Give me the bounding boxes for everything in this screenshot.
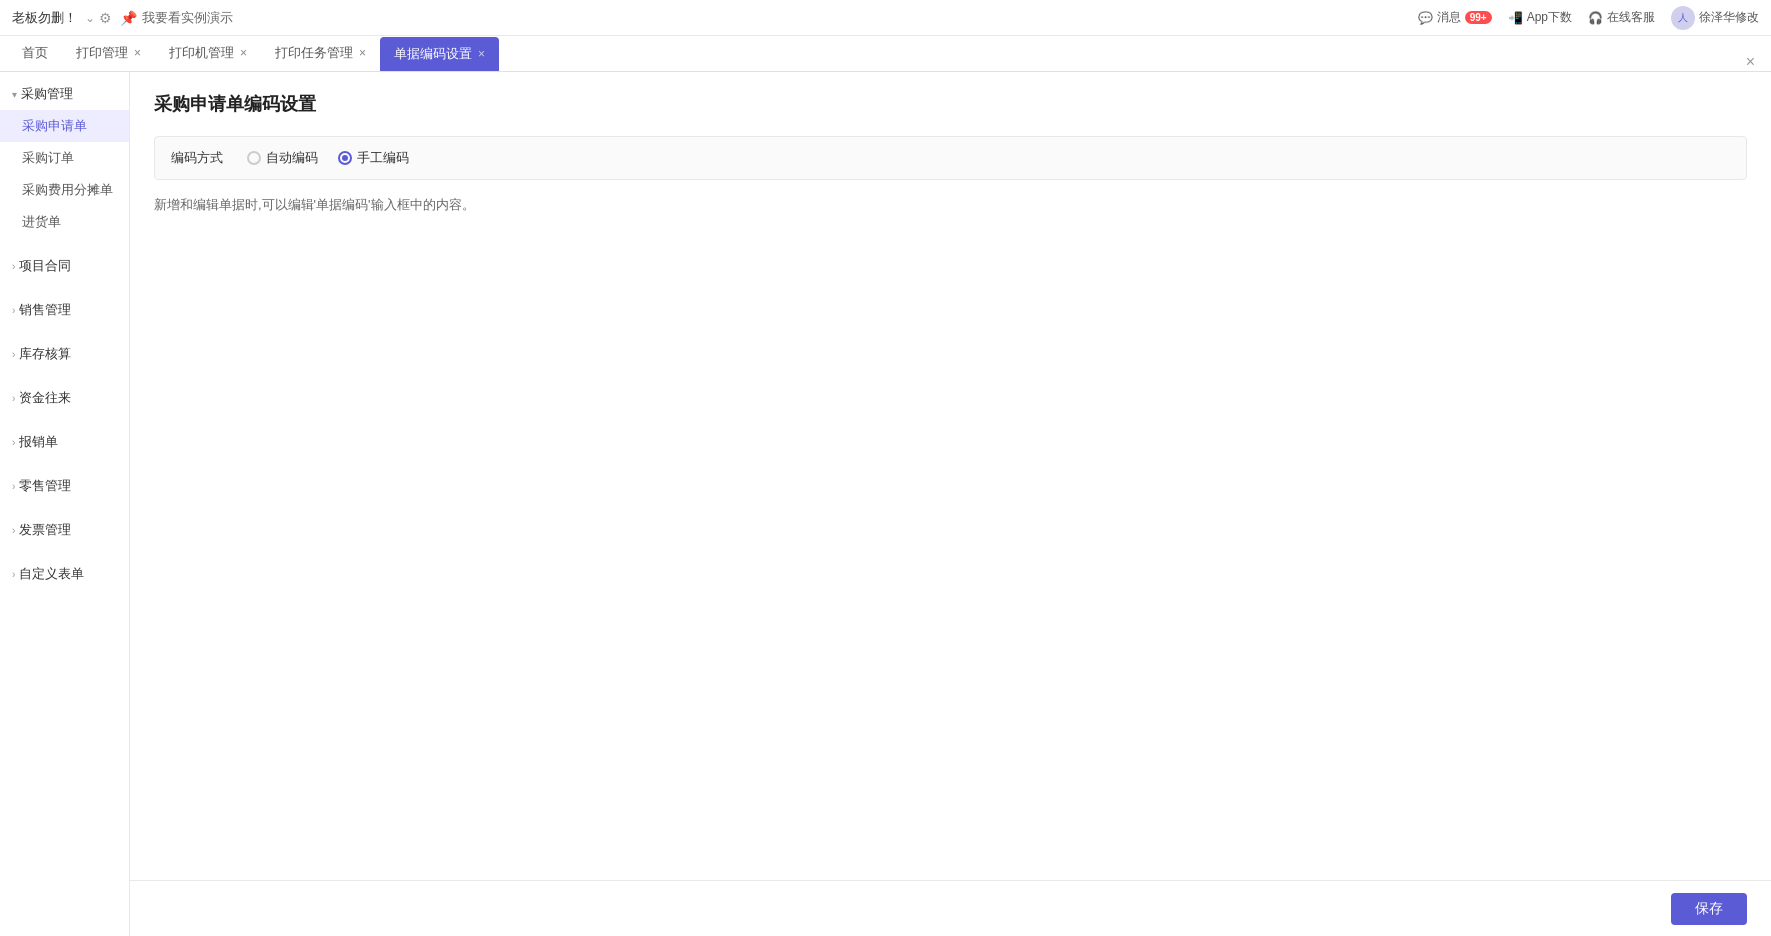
radio-manual-code[interactable]: 手工编码 — [338, 149, 409, 167]
demo-link[interactable]: 📌 我要看实例演示 — [120, 9, 233, 27]
sidebar-group-title-capital[interactable]: › 资金往来 — [0, 382, 129, 414]
arrow-right-icon-returns: › — [12, 437, 15, 448]
sidebar-group-title-returns[interactable]: › 报销单 — [0, 426, 129, 458]
sidebar-group-title-invoice[interactable]: › 发票管理 — [0, 514, 129, 546]
content-footer: 保存 — [130, 880, 1771, 936]
sidebar-group-title-retail[interactable]: › 零售管理 — [0, 470, 129, 502]
arrow-right-icon-project: › — [12, 261, 15, 272]
sidebar-group-title-sales[interactable]: › 销售管理 — [0, 294, 129, 326]
main-layout: ▾ 采购管理 采购申请单 采购订单 采购费用分摊单 进货单 › 项目合同 — [0, 72, 1771, 936]
dropdown-icon[interactable]: ⌄ — [85, 11, 95, 25]
arrow-right-icon-sales: › — [12, 305, 15, 316]
sidebar-group-custom: › 自定义表单 — [0, 552, 129, 596]
sidebar-group-capital: › 资金往来 — [0, 376, 129, 420]
radio-group-encoding: 自动编码 手工编码 — [247, 149, 409, 167]
phone-icon: 📲 — [1508, 11, 1523, 25]
sidebar-group-project: › 项目合同 — [0, 244, 129, 288]
top-bar: 老板勿删！ ⌄ ⚙ 📌 我要看实例演示 💬 消息 99+ 📲 App下数 🎧 在… — [0, 0, 1771, 36]
app-download-button[interactable]: 📲 App下数 — [1508, 9, 1572, 26]
encoding-label: 编码方式 — [171, 149, 223, 167]
sidebar-group-title-custom[interactable]: › 自定义表单 — [0, 558, 129, 590]
arrow-right-icon-retail: › — [12, 481, 15, 492]
radio-circle-manual — [338, 151, 352, 165]
sidebar: ▾ 采购管理 采购申请单 采购订单 采购费用分摊单 进货单 › 项目合同 — [0, 72, 130, 936]
tab-print-manage[interactable]: 打印管理 × — [62, 37, 155, 71]
top-bar-title: 老板勿删！ — [12, 9, 77, 27]
tab-bar-close-all[interactable]: × — [1738, 53, 1763, 71]
content-area: 采购申请单编码设置 编码方式 自动编码 手工编码 新增和编辑单据时,可以编辑'单… — [130, 72, 1771, 936]
online-service-button[interactable]: 🎧 在线客服 — [1588, 9, 1655, 26]
tab-home[interactable]: 首页 — [8, 37, 62, 71]
radio-auto-code[interactable]: 自动编码 — [247, 149, 318, 167]
sidebar-item-purchase-request[interactable]: 采购申请单 — [0, 110, 129, 142]
sidebar-group-retail: › 零售管理 — [0, 464, 129, 508]
sidebar-group-returns: › 报销单 — [0, 420, 129, 464]
sidebar-item-incoming[interactable]: 进货单 — [0, 206, 129, 238]
sidebar-group-sales: › 销售管理 — [0, 288, 129, 332]
top-bar-right: 💬 消息 99+ 📲 App下数 🎧 在线客服 人 徐泽华修改 — [1418, 6, 1759, 30]
tab-print-task[interactable]: 打印任务管理 × — [261, 37, 380, 71]
sidebar-item-purchase-order[interactable]: 采购订单 — [0, 142, 129, 174]
tab-bar: 首页 打印管理 × 打印机管理 × 打印任务管理 × 单据编码设置 × × — [0, 36, 1771, 72]
tab-printer-manage[interactable]: 打印机管理 × — [155, 37, 261, 71]
tab-close-print-manage[interactable]: × — [134, 46, 141, 60]
message-button[interactable]: 💬 消息 99+ — [1418, 9, 1492, 26]
tab-close-print-task[interactable]: × — [359, 46, 366, 60]
arrow-right-icon-capital: › — [12, 393, 15, 404]
arrow-down-icon: ▾ — [12, 89, 17, 100]
sidebar-group-title-project[interactable]: › 项目合同 — [0, 250, 129, 282]
tab-barcode-setting[interactable]: 单据编码设置 × — [380, 37, 499, 71]
settings-icon[interactable]: ⚙ — [99, 10, 112, 26]
sidebar-item-purchase-expense[interactable]: 采购费用分摊单 — [0, 174, 129, 206]
arrow-right-icon-inventory: › — [12, 349, 15, 360]
avatar: 人 — [1671, 6, 1695, 30]
content-inner: 采购申请单编码设置 编码方式 自动编码 手工编码 新增和编辑单据时,可以编辑'单… — [130, 72, 1771, 880]
sidebar-group-purchase: ▾ 采购管理 采购申请单 采购订单 采购费用分摊单 进货单 — [0, 72, 129, 244]
headset-icon: 🎧 — [1588, 11, 1603, 25]
sidebar-group-title-purchase[interactable]: ▾ 采购管理 — [0, 78, 129, 110]
tab-close-barcode-setting[interactable]: × — [478, 47, 485, 61]
save-button[interactable]: 保存 — [1671, 893, 1747, 925]
top-bar-left: 老板勿删！ ⌄ ⚙ 📌 我要看实例演示 — [12, 9, 233, 27]
radio-circle-auto — [247, 151, 261, 165]
sidebar-group-title-inventory[interactable]: › 库存核算 — [0, 338, 129, 370]
arrow-right-icon-invoice: › — [12, 525, 15, 536]
hint-text: 新增和编辑单据时,可以编辑'单据编码'输入框中的内容。 — [154, 196, 1747, 214]
top-bar-icons: ⌄ ⚙ — [85, 10, 112, 26]
arrow-right-icon-custom: › — [12, 569, 15, 580]
sidebar-group-inventory: › 库存核算 — [0, 332, 129, 376]
tab-close-printer-manage[interactable]: × — [240, 46, 247, 60]
message-icon: 💬 — [1418, 11, 1433, 25]
encoding-row: 编码方式 自动编码 手工编码 — [154, 136, 1747, 180]
sidebar-group-invoice: › 发票管理 — [0, 508, 129, 552]
message-badge: 99+ — [1465, 11, 1492, 24]
user-menu[interactable]: 人 徐泽华修改 — [1671, 6, 1759, 30]
page-title: 采购申请单编码设置 — [154, 92, 1747, 116]
